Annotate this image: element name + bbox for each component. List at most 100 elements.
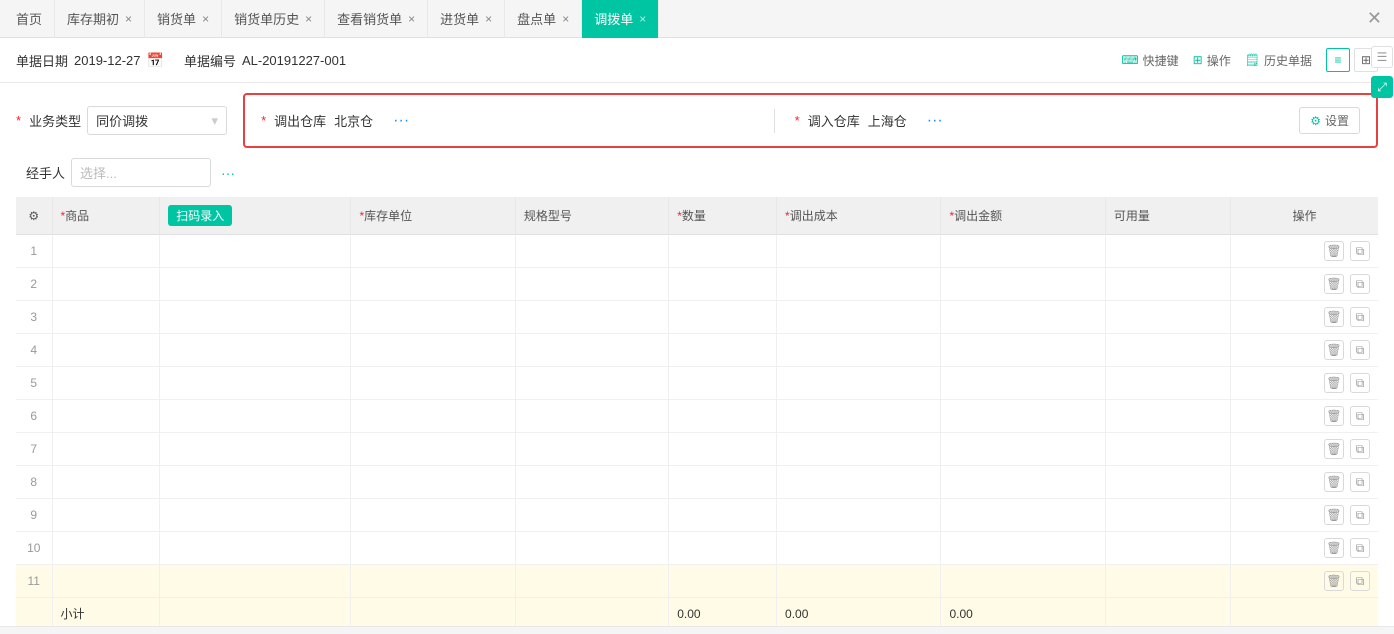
layout-list-button[interactable]: ≡ <box>1326 48 1350 72</box>
history-button[interactable]: 🗒 历史单据 <box>1245 52 1312 69</box>
tab-close-view-sales[interactable]: × <box>408 12 415 26</box>
qty-cell-9[interactable] <box>669 499 777 532</box>
copy-row-11-button[interactable]: ⧉ <box>1350 571 1370 591</box>
unit-cell-8[interactable] <box>351 466 515 499</box>
cost-cell-4[interactable] <box>777 334 941 367</box>
copy-row-3-button[interactable]: ⧉ <box>1350 307 1370 327</box>
amount-cell-3[interactable] <box>941 301 1105 334</box>
delete-row-1-button[interactable]: 🗑 <box>1324 241 1344 261</box>
product-cell-4[interactable] <box>52 334 160 367</box>
amount-cell-11[interactable] <box>941 565 1105 598</box>
tab-inventory-init[interactable]: 库存期初× <box>55 0 145 38</box>
unit-cell-11[interactable] <box>351 565 515 598</box>
spec-cell-9[interactable] <box>515 499 668 532</box>
tab-purchase-order[interactable]: 进货单× <box>428 0 505 38</box>
handler-more-button[interactable]: ··· <box>221 165 235 181</box>
amount-cell-7[interactable] <box>941 433 1105 466</box>
spec-cell-6[interactable] <box>515 400 668 433</box>
qty-cell-7[interactable] <box>669 433 777 466</box>
tab-close-purchase-order[interactable]: × <box>485 12 492 26</box>
qty-cell-6[interactable] <box>669 400 777 433</box>
handler-select[interactable]: 选择... <box>71 158 211 187</box>
qty-cell-1[interactable] <box>669 235 777 268</box>
qty-cell-8[interactable] <box>669 466 777 499</box>
copy-row-2-button[interactable]: ⧉ <box>1350 274 1370 294</box>
spec-cell-4[interactable] <box>515 334 668 367</box>
spec-cell-7[interactable] <box>515 433 668 466</box>
cost-cell-8[interactable] <box>777 466 941 499</box>
out-warehouse-more-button[interactable]: ··· <box>393 112 409 130</box>
copy-row-4-button[interactable]: ⧉ <box>1350 340 1370 360</box>
copy-row-6-button[interactable]: ⧉ <box>1350 406 1370 426</box>
delete-row-3-button[interactable]: 🗑 <box>1324 307 1344 327</box>
horizontal-scrollbar[interactable] <box>0 626 1394 634</box>
product-cell-11[interactable] <box>52 565 160 598</box>
cost-cell-10[interactable] <box>777 532 941 565</box>
unit-cell-9[interactable] <box>351 499 515 532</box>
delete-row-4-button[interactable]: 🗑 <box>1324 340 1344 360</box>
copy-row-8-button[interactable]: ⧉ <box>1350 472 1370 492</box>
cost-cell-7[interactable] <box>777 433 941 466</box>
amount-cell-6[interactable] <box>941 400 1105 433</box>
doc-date-value[interactable]: 2019-12-27 <box>74 53 141 68</box>
delete-row-6-button[interactable]: 🗑 <box>1324 406 1344 426</box>
amount-cell-9[interactable] <box>941 499 1105 532</box>
delete-row-10-button[interactable]: 🗑 <box>1324 538 1344 558</box>
amount-cell-5[interactable] <box>941 367 1105 400</box>
cost-cell-6[interactable] <box>777 400 941 433</box>
tab-close-stocktake[interactable]: × <box>562 12 569 26</box>
tab-view-sales[interactable]: 查看销货单× <box>325 0 428 38</box>
qty-cell-4[interactable] <box>669 334 777 367</box>
spec-cell-2[interactable] <box>515 268 668 301</box>
spec-cell-11[interactable] <box>515 565 668 598</box>
copy-row-9-button[interactable]: ⧉ <box>1350 505 1370 525</box>
spec-cell-1[interactable] <box>515 235 668 268</box>
out-warehouse-value[interactable]: 北京仓 <box>334 111 373 130</box>
copy-row-7-button[interactable]: ⧉ <box>1350 439 1370 459</box>
sidebar-list-icon[interactable]: ☰ <box>1371 46 1393 68</box>
qty-cell-11[interactable] <box>669 565 777 598</box>
unit-cell-4[interactable] <box>351 334 515 367</box>
col-gear[interactable]: ⚙ <box>16 197 52 235</box>
cost-cell-11[interactable] <box>777 565 941 598</box>
business-type-select[interactable]: 同价调拨 ▾ <box>87 106 227 135</box>
cost-cell-5[interactable] <box>777 367 941 400</box>
qty-cell-10[interactable] <box>669 532 777 565</box>
product-cell-1[interactable] <box>52 235 160 268</box>
operations-button[interactable]: ⊞ 操作 <box>1193 52 1231 69</box>
copy-row-10-button[interactable]: ⧉ <box>1350 538 1370 558</box>
calendar-icon[interactable]: 📅 <box>147 52 164 69</box>
delete-row-5-button[interactable]: 🗑 <box>1324 373 1344 393</box>
amount-cell-4[interactable] <box>941 334 1105 367</box>
spec-cell-10[interactable] <box>515 532 668 565</box>
delete-row-11-button[interactable]: 🗑 <box>1324 571 1344 591</box>
delete-row-9-button[interactable]: 🗑 <box>1324 505 1344 525</box>
unit-cell-6[interactable] <box>351 400 515 433</box>
product-cell-7[interactable] <box>52 433 160 466</box>
unit-cell-7[interactable] <box>351 433 515 466</box>
tab-close-transfer[interactable]: × <box>639 12 646 26</box>
unit-cell-1[interactable] <box>351 235 515 268</box>
qty-cell-3[interactable] <box>669 301 777 334</box>
copy-row-5-button[interactable]: ⧉ <box>1350 373 1370 393</box>
tab-close-sales-order[interactable]: × <box>202 12 209 26</box>
qty-cell-2[interactable] <box>669 268 777 301</box>
amount-cell-2[interactable] <box>941 268 1105 301</box>
in-warehouse-more-button[interactable]: ··· <box>927 112 943 130</box>
delete-row-2-button[interactable]: 🗑 <box>1324 274 1344 294</box>
amount-cell-10[interactable] <box>941 532 1105 565</box>
cost-cell-3[interactable] <box>777 301 941 334</box>
spec-cell-3[interactable] <box>515 301 668 334</box>
sidebar-expand-icon[interactable]: ⤢ <box>1371 76 1393 98</box>
amount-cell-8[interactable] <box>941 466 1105 499</box>
cost-cell-1[interactable] <box>777 235 941 268</box>
unit-cell-2[interactable] <box>351 268 515 301</box>
product-cell-8[interactable] <box>52 466 160 499</box>
tab-home[interactable]: 首页 <box>8 0 55 38</box>
in-warehouse-value[interactable]: 上海仓 <box>868 111 907 130</box>
unit-cell-10[interactable] <box>351 532 515 565</box>
product-cell-3[interactable] <box>52 301 160 334</box>
tab-close-inventory-init[interactable]: × <box>125 12 132 26</box>
tab-stocktake[interactable]: 盘点单× <box>505 0 582 38</box>
tab-transfer[interactable]: 调拨单× <box>582 0 659 38</box>
